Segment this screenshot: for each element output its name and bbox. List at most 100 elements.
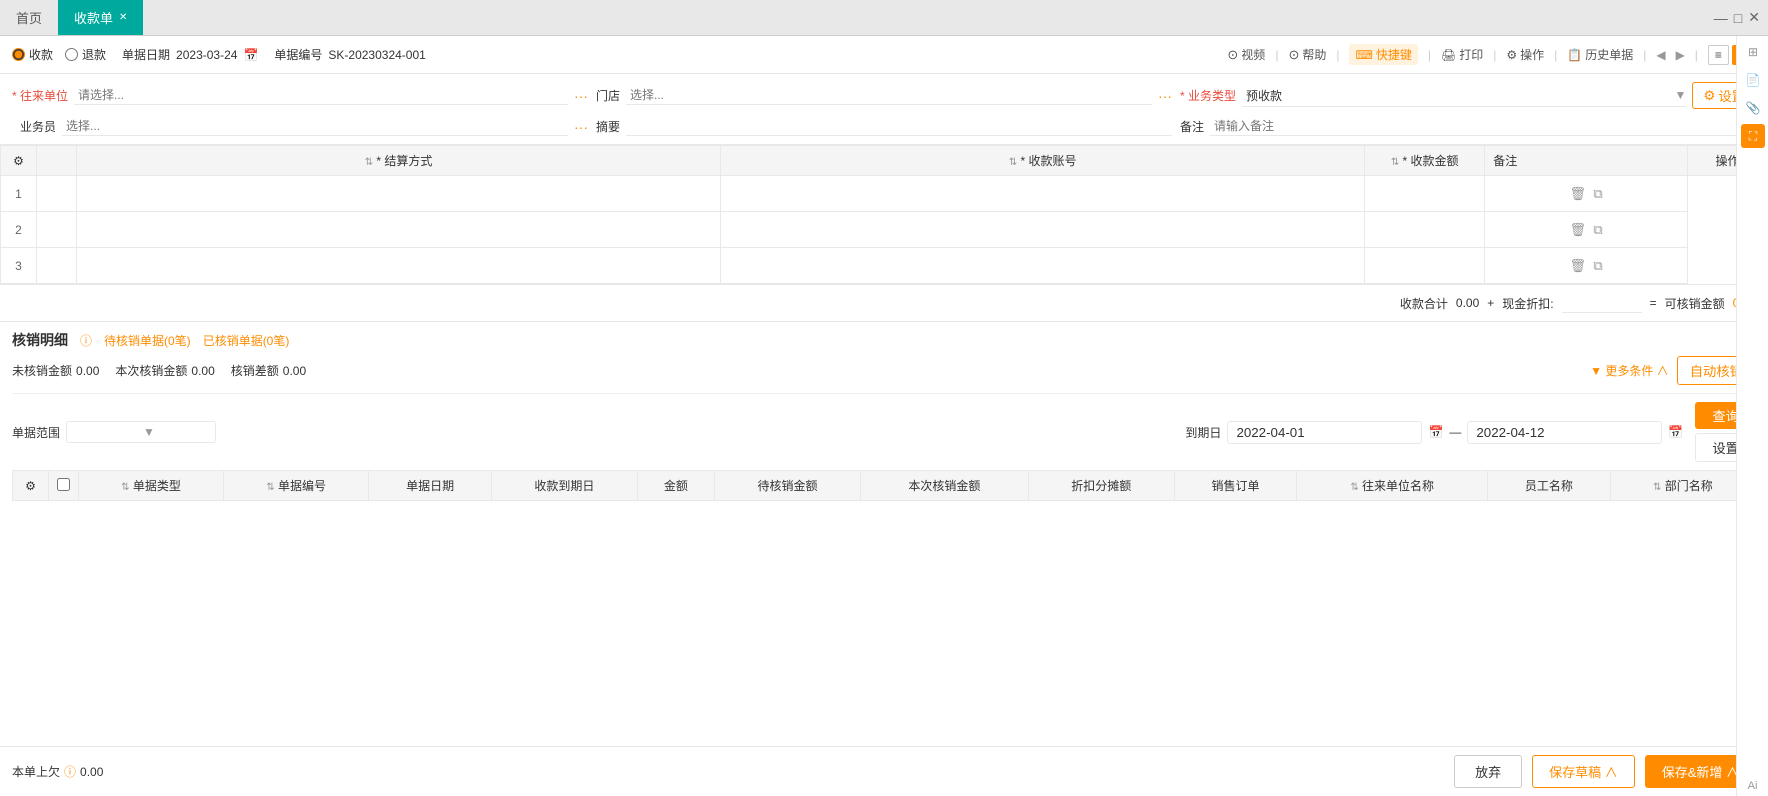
tab-close-icon[interactable]: ✕	[119, 12, 127, 23]
nav-right-icon[interactable]: ▶	[1676, 48, 1685, 62]
copy-icon[interactable]: ⧉	[1593, 258, 1602, 273]
calendar-to-icon[interactable]: 📅	[1668, 425, 1683, 439]
operations-btn[interactable]: ⚙ 操作	[1506, 46, 1544, 63]
video-btn[interactable]: ⊙ 视频	[1227, 46, 1265, 63]
date-from-field: 到期日 📅 — 📅	[1185, 421, 1683, 444]
abandon-button[interactable]: 放弃	[1454, 755, 1522, 788]
ops-icon: ⚙	[1506, 48, 1517, 62]
copy-icon[interactable]: ⧉	[1593, 186, 1602, 201]
staff-more-icon[interactable]: ···	[574, 119, 588, 135]
history-btn[interactable]: 📋 历史单据	[1567, 46, 1633, 63]
right-sidebar: ⊞ 📄 📎 ⛶ Ai	[1736, 36, 1768, 796]
delete-icon[interactable]: 🗑	[1570, 186, 1587, 201]
bt-staff-col: 员工名称	[1487, 471, 1610, 501]
shortcut-btn[interactable]: ⌨ 快捷键	[1349, 44, 1417, 65]
date-from-input[interactable]	[1227, 421, 1422, 444]
remark-cell[interactable]	[1365, 176, 1485, 212]
delete-icon[interactable]: 🗑	[1570, 258, 1587, 273]
calendar-from-icon[interactable]: 📅	[1428, 425, 1443, 439]
sidebar-screen-icon[interactable]: ⛶	[1741, 124, 1765, 148]
help-btn[interactable]: ⊙ 帮助	[1288, 46, 1326, 63]
select-all-checkbox[interactable]	[57, 478, 70, 491]
range-select[interactable]: ▼	[66, 421, 216, 443]
bt-bill-date-col: 单据日期	[369, 471, 492, 501]
more-conditions-btn[interactable]: ▼ 更多条件 ∧	[1590, 362, 1669, 379]
store-input[interactable]	[626, 86, 1152, 105]
tab-bar: 首页 收款单 ✕ — □ ✕	[0, 0, 1768, 36]
minimize-icon[interactable]: —	[1714, 10, 1728, 26]
bill-date-calendar-icon[interactable]: 📅	[243, 48, 258, 62]
discount-input[interactable]	[1562, 293, 1642, 313]
counterpart-input[interactable]	[74, 86, 568, 105]
main-table-section: ⚙ ⇅ * 结算方式 ⇅ * 收款账号 ⇅ * 收款金额	[0, 145, 1768, 285]
settlement-cell[interactable]	[37, 176, 77, 212]
window-controls: — □ ✕	[1714, 9, 1768, 26]
sidebar-table-icon[interactable]: ⊞	[1741, 40, 1765, 64]
reconcile-info-icon[interactable]: ⓘ	[80, 332, 92, 349]
receipt-type-group: 收款 退款	[12, 46, 106, 63]
copy-icon[interactable]: ⧉	[1593, 222, 1602, 237]
counterpart-more-icon[interactable]: ···	[574, 88, 588, 104]
settlement-cell[interactable]	[37, 212, 77, 248]
settlement-cell[interactable]	[37, 248, 77, 284]
business-type-field: * 业务类型 预收款 ▼ ⚙ 设置	[1180, 82, 1756, 109]
sidebar-doc-icon[interactable]: 📄	[1741, 68, 1765, 92]
refund-radio[interactable]: 退款	[65, 46, 106, 63]
delete-icon[interactable]: 🗑	[1570, 222, 1587, 237]
bt-pending-amount-col: 待核销金额	[715, 471, 861, 501]
amount-cell[interactable]	[721, 212, 1365, 248]
summary-input[interactable]	[626, 117, 1172, 136]
row-num-cell: 1	[1, 176, 37, 212]
store-more-icon[interactable]: ···	[1158, 88, 1172, 104]
reconcile-section: 核销明细 ⓘ 待核销单据(0笔) 已核销单据(0笔) 未核销金额 0.00 本次…	[0, 322, 1768, 746]
footer-info-icon[interactable]: ⓘ	[64, 763, 76, 780]
business-type-select[interactable]: 预收款 ▼	[1242, 85, 1686, 107]
history-icon: 📋	[1567, 48, 1582, 62]
account-cell[interactable]	[77, 212, 721, 248]
table-row: 1 🗑 ⧉	[1, 176, 1768, 212]
account-cell[interactable]	[77, 248, 721, 284]
bt-bill-type-col: ⇅ 单据类型	[79, 471, 224, 501]
keyboard-icon: ⌨	[1355, 48, 1372, 62]
date-to-input[interactable]	[1467, 421, 1662, 444]
account-cell[interactable]	[77, 176, 721, 212]
ai-label[interactable]: Ai	[1741, 780, 1764, 792]
save-draft-button[interactable]: 保存草稿 ∧	[1532, 755, 1635, 788]
action-cell: 🗑 ⧉	[1485, 212, 1688, 248]
amount-cell[interactable]	[721, 248, 1365, 284]
footer-right: 放弃 保存草稿 ∧ 保存&新增 ∧	[1454, 755, 1756, 788]
remark-cell[interactable]	[1365, 212, 1485, 248]
close-icon[interactable]: ✕	[1748, 9, 1760, 26]
tab-home[interactable]: 首页	[0, 0, 58, 35]
tab-receipt[interactable]: 收款单 ✕	[58, 0, 143, 35]
tab-done[interactable]: 已核销单据(0笔)	[203, 332, 290, 349]
bt-settings-col[interactable]: ⚙	[13, 471, 49, 501]
bottom-table: ⚙ ⇅ 单据类型 ⇅ 单据编号 单据日期	[12, 470, 1756, 501]
print-btn[interactable]: 🖨 打印	[1441, 46, 1483, 63]
business-type-dropdown-icon[interactable]: ▼	[1675, 88, 1687, 102]
remark-cell[interactable]	[1365, 248, 1485, 284]
table-row: 3 🗑 ⧉	[1, 248, 1768, 284]
video-icon: ⊙	[1227, 47, 1238, 63]
receipt-radio[interactable]: 收款	[12, 46, 53, 63]
staff-input[interactable]	[62, 117, 568, 136]
list-layout-btn[interactable]: ≡	[1708, 45, 1729, 65]
filter-row: 单据范围 ▼ 到期日 📅 — 📅 查询 设置	[12, 393, 1756, 470]
table-gear-icon[interactable]: ⚙	[13, 154, 24, 168]
range-field: 单据范围 ▼	[12, 421, 1173, 443]
sidebar-attach-icon[interactable]: 📎	[1741, 96, 1765, 120]
footer: 本单上欠 ⓘ 0.00 放弃 保存草稿 ∧ 保存&新增 ∧	[0, 746, 1768, 796]
footer-left: 本单上欠 ⓘ 0.00	[12, 763, 103, 780]
bt-due-date-col: 收款到期日	[492, 471, 638, 501]
action-cell: 🗑 ⧉	[1485, 248, 1688, 284]
remark-input[interactable]	[1210, 117, 1756, 136]
reconcile-header: 核销明细 ⓘ 待核销单据(0笔) 已核销单据(0笔)	[12, 330, 1756, 350]
amount-cell[interactable]	[721, 176, 1365, 212]
tab-pending[interactable]: 待核销单据(0笔)	[104, 332, 191, 349]
maximize-icon[interactable]: □	[1734, 10, 1742, 26]
table-settings-col[interactable]: ⚙	[1, 146, 37, 176]
nav-left-icon[interactable]: ◀	[1656, 48, 1665, 62]
top-toolbar: 收款 退款 单据日期 2023-03-24 📅 单据编号 SK-20230324…	[0, 36, 1768, 74]
reconcile-right-actions: ▼ 更多条件 ∧ 自动核销	[1590, 356, 1756, 385]
row-num-cell: 2	[1, 212, 37, 248]
